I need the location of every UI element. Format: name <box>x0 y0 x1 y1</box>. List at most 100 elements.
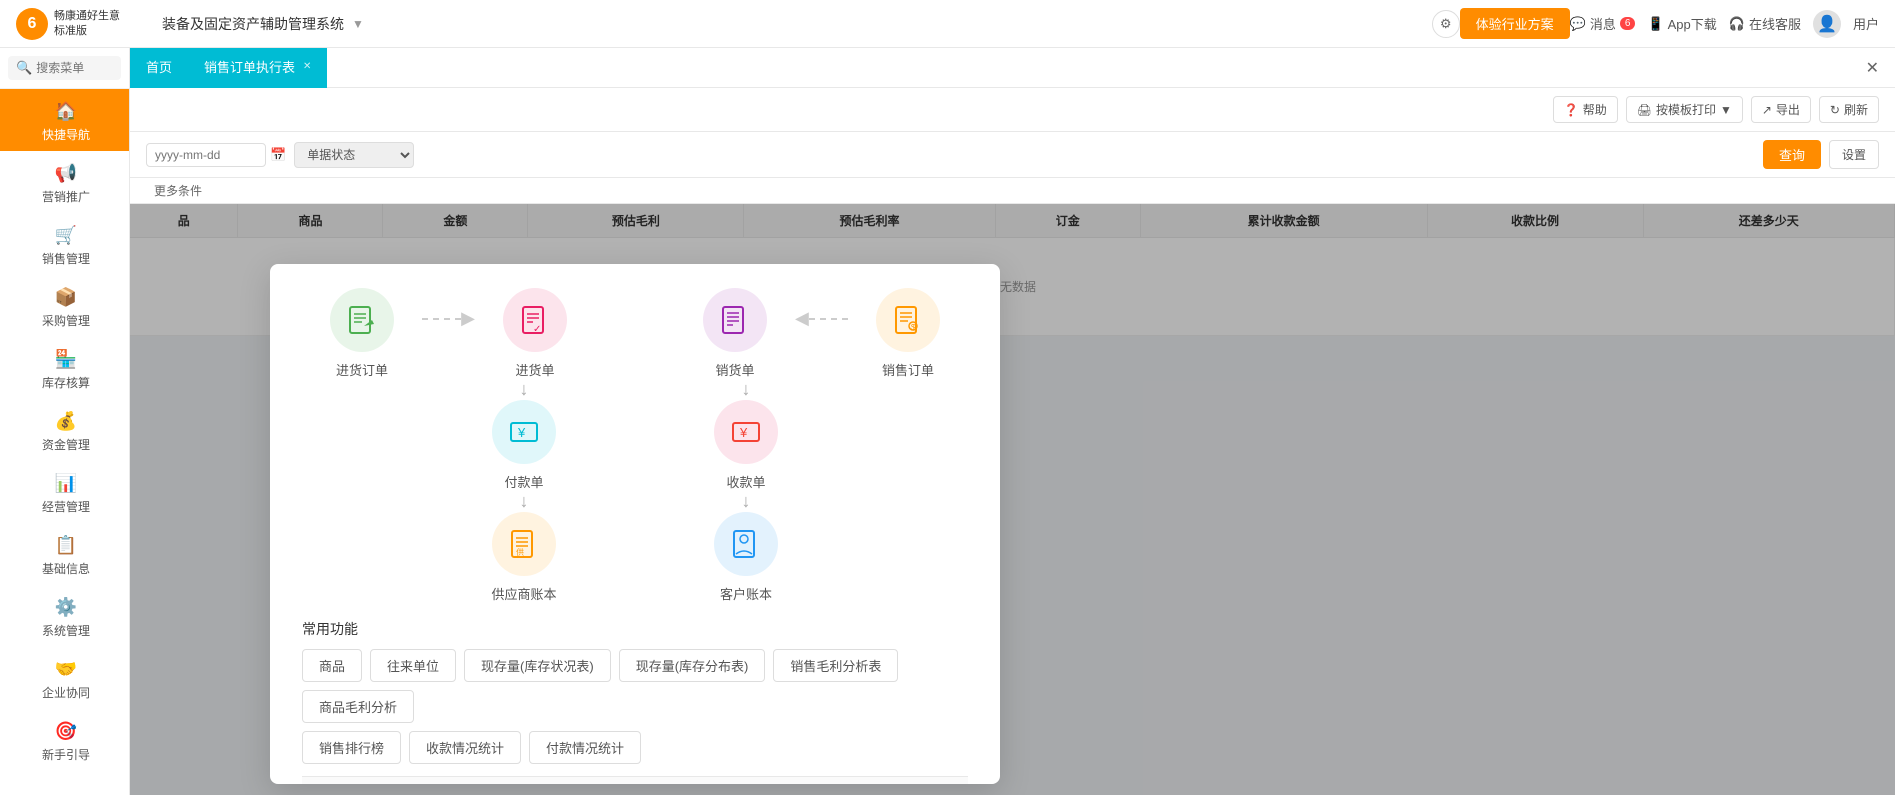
workflow-purchase-order[interactable]: 进货订单 <box>302 288 422 379</box>
pay-bill-label: 付款单 <box>504 472 543 491</box>
purchase-bill-label: 进货单 <box>515 360 554 379</box>
sidebar-item-label: 销售管理 <box>42 250 90 267</box>
sidebar-item-purchase[interactable]: 📦 采购管理 <box>0 275 129 337</box>
close-content-btn[interactable]: ✕ <box>1850 58 1895 78</box>
sidebar-item-label: 企业协同 <box>42 684 90 701</box>
tab-home[interactable]: 首页 <box>130 48 188 88</box>
sidebar-item-label: 快捷导航 <box>42 126 90 143</box>
logo-area: 6 畅康通好生意 标准版 <box>16 8 146 40</box>
calendar-icon[interactable]: 📅 <box>270 147 286 163</box>
cf-btn-sales-profit[interactable]: 销售毛利分析表 <box>773 649 898 682</box>
sales-bill-label: 销货单 <box>715 360 754 379</box>
tab-bar: 首页 销售订单执行表 ✕ ✕ <box>130 48 1895 88</box>
basic-icon: 📋 <box>55 535 77 556</box>
user-name[interactable]: 用户 <box>1853 14 1879 33</box>
sidebar-item-label: 营销推广 <box>42 188 90 205</box>
more-conditions-row: 更多条件 <box>130 178 1895 204</box>
cf-title: 常用功能 <box>302 619 968 639</box>
cf-btn-stock-status[interactable]: 现存量(库存状况表) <box>464 649 611 682</box>
tab-close-icon[interactable]: ✕ <box>303 61 311 72</box>
avatar[interactable]: 👤 <box>1813 10 1841 38</box>
workflow-purchase-bill[interactable]: ✓ 进货单 <box>475 288 595 379</box>
app-download-btn[interactable]: 📱 App下载 <box>1647 14 1716 33</box>
arrow-sales-order-to-bill: ◀ <box>795 308 848 329</box>
sidebar-item-label: 系统管理 <box>42 622 90 639</box>
collect-bill-label: 收款单 <box>726 472 765 491</box>
sidebar-item-guide[interactable]: 🎯 新手引导 <box>0 709 129 771</box>
export-btn[interactable]: ↗ 导出 <box>1751 96 1811 123</box>
scroll-right-btn[interactable]: ▶ <box>943 781 960 784</box>
purchase-order-icon <box>330 288 394 352</box>
filter-settings-btn[interactable]: 设置 <box>1829 140 1879 169</box>
settings-icon[interactable]: ⚙ <box>1432 10 1460 38</box>
workflow-sales-order[interactable]: $ 销售订单 <box>848 288 968 379</box>
svg-text:✓: ✓ <box>533 324 541 335</box>
sidebar-item-quick[interactable]: 🏠 快捷导航 <box>0 89 129 151</box>
help-btn[interactable]: ❓ 帮助 <box>1553 96 1618 123</box>
cf-btn-receipt-stat[interactable]: 收款情况统计 <box>409 731 521 764</box>
tab-label: 销售订单执行表 <box>204 57 295 76</box>
enterprise-icon: 🤝 <box>55 659 77 680</box>
sidebar-item-operation[interactable]: 📊 经营管理 <box>0 461 129 523</box>
cf-buttons-row2: 销售排行榜 收款情况统计 付款情况统计 <box>302 731 968 764</box>
logo-icon: 6 <box>16 8 48 40</box>
download-icon: 📱 <box>1647 16 1663 32</box>
purchase-bill-icon: ✓ <box>503 288 567 352</box>
workflow-customer-account[interactable]: 客户账本 <box>686 512 806 603</box>
more-conditions-btn[interactable]: 更多条件 <box>146 180 210 202</box>
filter-row: 📅 单据状态 查询 设置 <box>130 132 1895 178</box>
status-select[interactable]: 单据状态 <box>294 142 414 168</box>
sidebar-item-label: 经营管理 <box>42 498 90 515</box>
svg-text:$: $ <box>911 323 916 332</box>
sales-order-label: 销售订单 <box>882 360 934 379</box>
dropdown-arrow-icon[interactable]: ▼ <box>352 17 364 31</box>
chevron-down-icon: ▼ <box>1720 103 1732 117</box>
down-arrow-collect: ↓ <box>686 491 806 512</box>
tab-sales-exec[interactable]: 销售订单执行表 ✕ <box>188 48 327 88</box>
sidebar-item-enterprise[interactable]: 🤝 企业协同 <box>0 647 129 709</box>
collect-bill-icon: ¥ <box>714 400 778 464</box>
sidebar-item-sales[interactable]: 🛒 销售管理 <box>0 213 129 275</box>
template-print-btn[interactable]: 🖨 按模板打印 ▼ <box>1626 96 1743 123</box>
down-arrow-pay: ↓ <box>464 491 584 512</box>
arrow-purchase-to-bill: ▶ <box>422 308 475 329</box>
cf-btn-product[interactable]: 商品 <box>302 649 362 682</box>
customer-account-icon <box>714 512 778 576</box>
svg-text:供: 供 <box>516 547 524 557</box>
purchase-icon: 📦 <box>55 287 77 308</box>
message-btn[interactable]: 💬 消息 6 <box>1570 14 1636 33</box>
cf-buttons-row1: 商品 往来单位 现存量(库存状况表) 现存量(库存分布表) 销售毛利分析表 商品… <box>302 649 968 723</box>
modal-overlay[interactable]: 进货订单 ▶ ✓ <box>130 204 1895 795</box>
refresh-btn[interactable]: ↻ 刷新 <box>1819 96 1879 123</box>
cf-btn-stock-dist[interactable]: 现存量(库存分布表) <box>619 649 766 682</box>
scroll-left-btn[interactable]: ◀ <box>310 781 327 784</box>
workflow-sales-bill[interactable]: 销货单 <box>675 288 795 379</box>
sidebar-item-label: 采购管理 <box>42 312 90 329</box>
svg-text:¥: ¥ <box>517 425 526 440</box>
cf-btn-payment-stat[interactable]: 付款情况统计 <box>529 731 641 764</box>
sidebar-item-system[interactable]: ⚙️ 系统管理 <box>0 585 129 647</box>
cf-btn-contact[interactable]: 往来单位 <box>370 649 456 682</box>
sidebar-item-label: 资金管理 <box>42 436 90 453</box>
online-support-btn[interactable]: 🎧 在线客服 <box>1729 14 1801 33</box>
cf-btn-sales-rank[interactable]: 销售排行榜 <box>302 731 401 764</box>
workflow-supplier-account[interactable]: 供 供应商账本 <box>464 512 584 603</box>
sidebar-item-inventory[interactable]: 🏪 库存核算 <box>0 337 129 399</box>
logo-text: 畅康通好生意 标准版 <box>54 9 120 38</box>
search-input[interactable] <box>36 61 113 75</box>
sidebar-item-label: 基础信息 <box>42 560 90 577</box>
finance-icon: 💰 <box>55 411 77 432</box>
pay-bill-icon: ¥ <box>492 400 556 464</box>
sidebar-item-finance[interactable]: 💰 资金管理 <box>0 399 129 461</box>
workflow-collect-bill[interactable]: ¥ 收款单 <box>686 400 806 491</box>
sidebar-item-marketing[interactable]: 📢 营销推广 <box>0 151 129 213</box>
date-start-input[interactable] <box>146 143 266 167</box>
query-btn[interactable]: 查询 <box>1763 140 1821 169</box>
sidebar-item-label: 新手引导 <box>42 746 90 763</box>
cf-btn-product-profit[interactable]: 商品毛利分析 <box>302 690 414 723</box>
experience-btn[interactable]: 体验行业方案 <box>1460 8 1570 39</box>
workflow-pay-bill[interactable]: ¥ 付款单 <box>464 400 584 491</box>
scrollbar-row: ◀ ▶ <box>302 776 968 784</box>
sidebar-item-basic[interactable]: 📋 基础信息 <box>0 523 129 585</box>
system-icon: ⚙️ <box>55 597 77 618</box>
